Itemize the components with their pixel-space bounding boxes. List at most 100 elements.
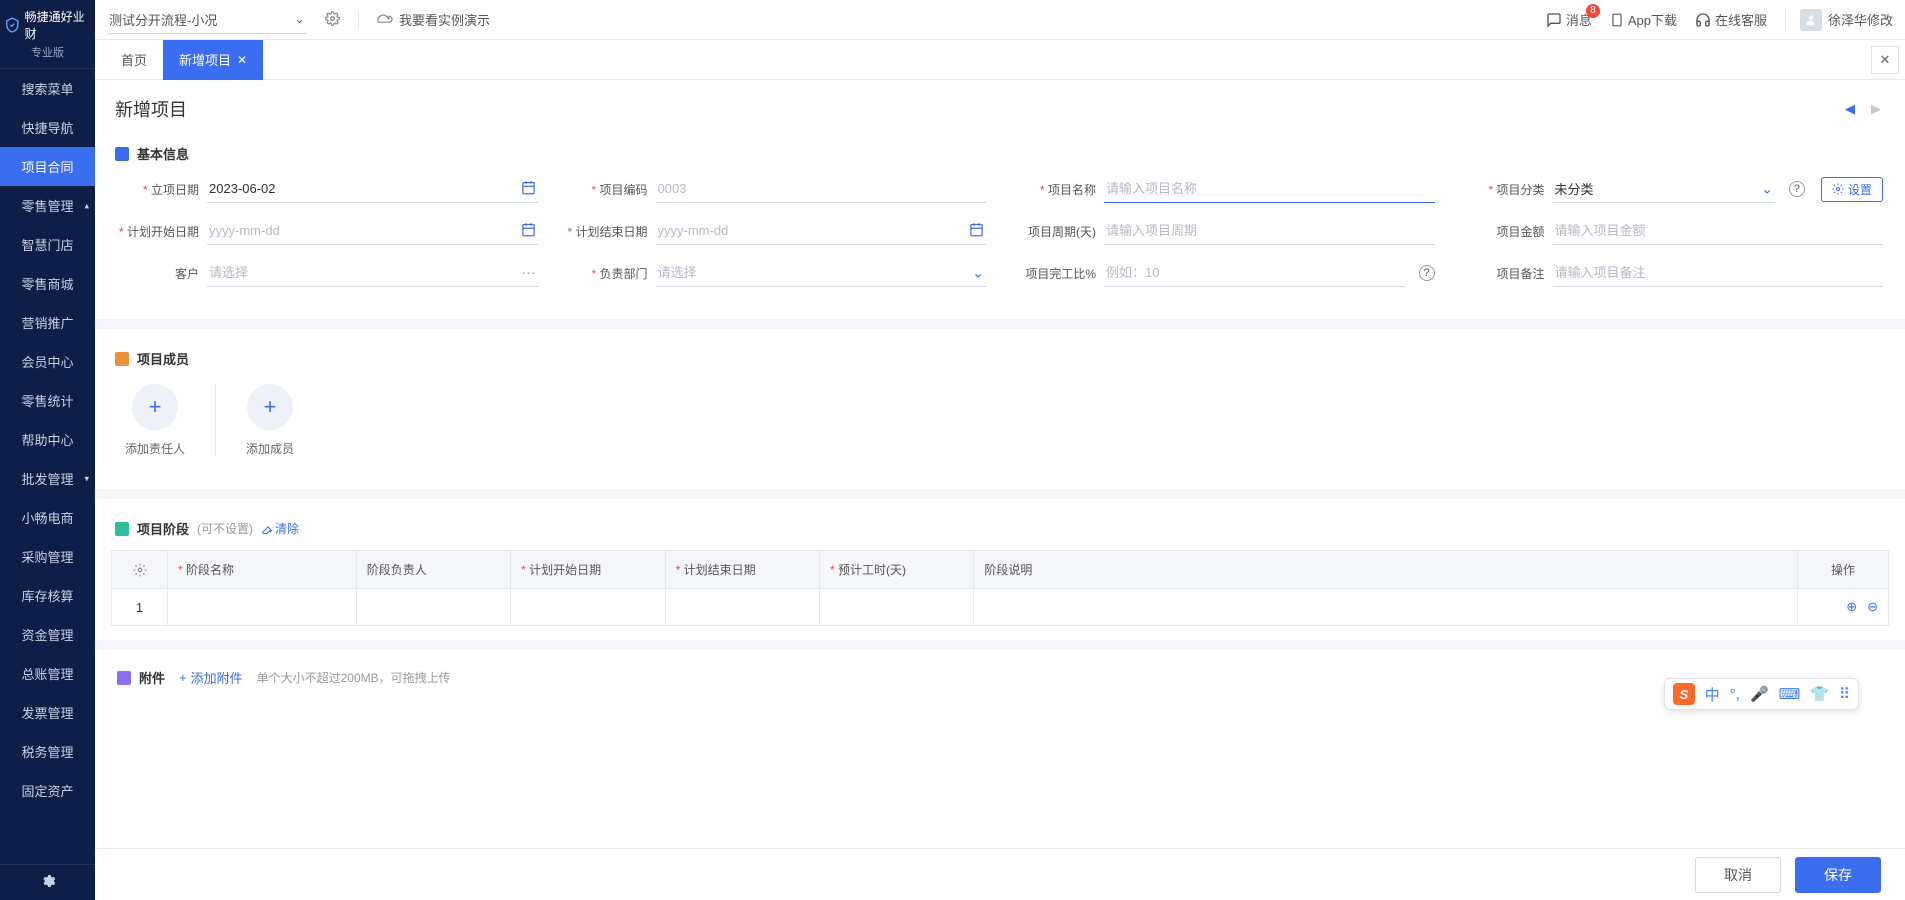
table-cell[interactable] xyxy=(511,589,665,625)
help-icon[interactable]: ? xyxy=(1789,181,1805,197)
clear-stages-button[interactable]: 清除 xyxy=(261,520,299,537)
page-body: 新增项目 ◀ ▶ 基本信息 立项日期项目编码项目名称项目分类⌄?设置计划开始日期… xyxy=(95,80,1905,900)
next-record[interactable]: ▶ xyxy=(1867,100,1885,118)
sidebar-item[interactable]: 总账管理 xyxy=(0,654,95,693)
field-input[interactable] xyxy=(656,217,987,245)
row-delete-icon[interactable]: ⊖ xyxy=(1867,599,1878,615)
field-input[interactable] xyxy=(207,259,538,287)
sidebar-item[interactable]: 固定资产 xyxy=(0,771,95,810)
sidebar-item[interactable]: 零售商城 xyxy=(0,264,95,303)
org-settings-icon[interactable] xyxy=(325,11,340,29)
ime-keyboard-icon[interactable]: ⌨ xyxy=(1779,685,1801,703)
field-input[interactable] xyxy=(207,217,538,245)
form-field: 项目金额 xyxy=(1463,217,1884,245)
save-button[interactable]: 保存 xyxy=(1795,857,1881,893)
ime-menu-icon[interactable]: ⠿ xyxy=(1839,685,1850,703)
gear-icon xyxy=(40,873,56,889)
org-selector[interactable]: 测试分开流程-小况 ⌄ xyxy=(107,6,307,34)
add-member-button[interactable]: + xyxy=(247,384,293,430)
field-input[interactable] xyxy=(1104,259,1405,287)
ime-toolbar[interactable]: S 中 °, 🎤 ⌨ 👕 ⠿ xyxy=(1664,678,1859,710)
ime-punct-icon[interactable]: °, xyxy=(1730,686,1740,703)
sidebar-item[interactable]: 会员中心 xyxy=(0,342,95,381)
add-member-label: 添加成员 xyxy=(246,440,294,457)
form-field: 立项日期 xyxy=(117,175,538,203)
field-input[interactable] xyxy=(656,175,987,203)
section-icon xyxy=(115,522,129,536)
column-header-op: 操作 xyxy=(1798,551,1888,588)
chat-icon xyxy=(1546,12,1562,28)
avatar xyxy=(1800,9,1822,31)
tab[interactable]: 新增项目✕ xyxy=(163,40,263,80)
add-owner-button[interactable]: + xyxy=(132,384,178,430)
messages-button[interactable]: 消息 8 xyxy=(1546,10,1592,29)
sidebar-item[interactable]: 零售管理▴ xyxy=(0,186,95,225)
field-input[interactable] xyxy=(656,259,987,287)
sidebar-item[interactable]: 批发管理▾ xyxy=(0,459,95,498)
field-input[interactable] xyxy=(207,175,538,203)
column-header: 计划结束日期 xyxy=(666,551,820,588)
mobile-icon xyxy=(1610,12,1624,28)
topbar: 测试分开流程-小况 ⌄ 我要看实例演示 消息 8 App下载 xyxy=(95,0,1905,40)
field-input[interactable] xyxy=(1553,175,1775,203)
field-label: 项目完工比% xyxy=(1014,265,1096,282)
sidebar-item[interactable]: 税务管理 xyxy=(0,732,95,771)
sidebar-item[interactable]: 小畅电商 xyxy=(0,498,95,537)
ime-mic-icon[interactable]: 🎤 xyxy=(1750,685,1769,703)
sidebar-item[interactable]: 快捷导航 xyxy=(0,108,95,147)
sidebar-settings[interactable] xyxy=(0,864,95,900)
form-field: 项目周期(天) xyxy=(1014,217,1435,245)
column-header: 计划开始日期 xyxy=(511,551,665,588)
tab-bar: 首页新增项目✕✕ xyxy=(95,40,1905,80)
help-icon[interactable]: ? xyxy=(1419,265,1435,281)
table-cell[interactable] xyxy=(820,589,974,625)
customer-service-button[interactable]: 在线客服 xyxy=(1695,10,1767,29)
sidebar-item[interactable]: 搜索菜单 xyxy=(0,69,95,108)
close-tab-icon[interactable]: ✕ xyxy=(237,53,247,67)
section-icon xyxy=(115,352,129,366)
table-row: 1⊕⊖ xyxy=(112,588,1888,625)
ime-lang[interactable]: 中 xyxy=(1705,684,1720,705)
field-label: 项目名称 xyxy=(1014,181,1096,198)
table-cell[interactable] xyxy=(974,589,1798,625)
table-cell[interactable] xyxy=(357,589,511,625)
table-cell[interactable] xyxy=(168,589,357,625)
table-cell[interactable] xyxy=(666,589,820,625)
app-download-button[interactable]: App下载 xyxy=(1610,10,1677,29)
form-field: 计划开始日期 xyxy=(117,217,538,245)
sidebar-item[interactable]: 零售统计 xyxy=(0,381,95,420)
field-input[interactable] xyxy=(1104,217,1435,245)
sidebar-item[interactable]: 采购管理 xyxy=(0,537,95,576)
plus-icon: + xyxy=(179,670,187,685)
stage-table: 阶段名称阶段负责人计划开始日期计划结束日期预计工时(天)阶段说明操作 1⊕⊖ xyxy=(111,550,1889,626)
sidebar-item[interactable]: 营销推广 xyxy=(0,303,95,342)
field-input[interactable] xyxy=(1104,175,1435,203)
sidebar-item[interactable]: 智慧门店 xyxy=(0,225,95,264)
user-menu[interactable]: 徐泽华修改 xyxy=(1785,9,1893,31)
sidebar-item[interactable]: 库存核算 xyxy=(0,576,95,615)
add-attachment-button[interactable]: + 添加附件 xyxy=(179,668,243,687)
section-title-basic: 基本信息 xyxy=(137,144,189,163)
table-settings-icon[interactable] xyxy=(112,551,168,588)
brand-edition: 专业版 xyxy=(0,44,95,69)
sidebar-item[interactable]: 帮助中心 xyxy=(0,420,95,459)
sidebar-item[interactable]: 项目合同 xyxy=(0,147,95,186)
sidebar-item[interactable]: 资金管理 xyxy=(0,615,95,654)
section-title-members: 项目成员 xyxy=(137,349,189,368)
tab[interactable]: 首页 xyxy=(105,40,163,80)
brand-logo: 畅捷通好业财 xyxy=(0,0,95,44)
field-label: 项目周期(天) xyxy=(1014,223,1096,240)
row-add-icon[interactable]: ⊕ xyxy=(1846,599,1857,615)
prev-record[interactable]: ◀ xyxy=(1841,100,1859,118)
attachment-hint: 单个大小不超过200MB，可拖拽上传 xyxy=(257,669,451,686)
field-input[interactable] xyxy=(1553,217,1884,245)
cancel-button[interactable]: 取消 xyxy=(1695,857,1781,893)
ime-skin-icon[interactable]: 👕 xyxy=(1810,685,1829,703)
demo-link[interactable]: 我要看实例演示 xyxy=(377,10,490,29)
field-input[interactable] xyxy=(1553,259,1884,287)
field-label: 立项日期 xyxy=(117,181,199,198)
category-settings-button[interactable]: 设置 xyxy=(1821,177,1883,202)
field-label: 计划结束日期 xyxy=(566,223,648,240)
close-all-tabs[interactable]: ✕ xyxy=(1871,46,1899,74)
sidebar-item[interactable]: 发票管理 xyxy=(0,693,95,732)
